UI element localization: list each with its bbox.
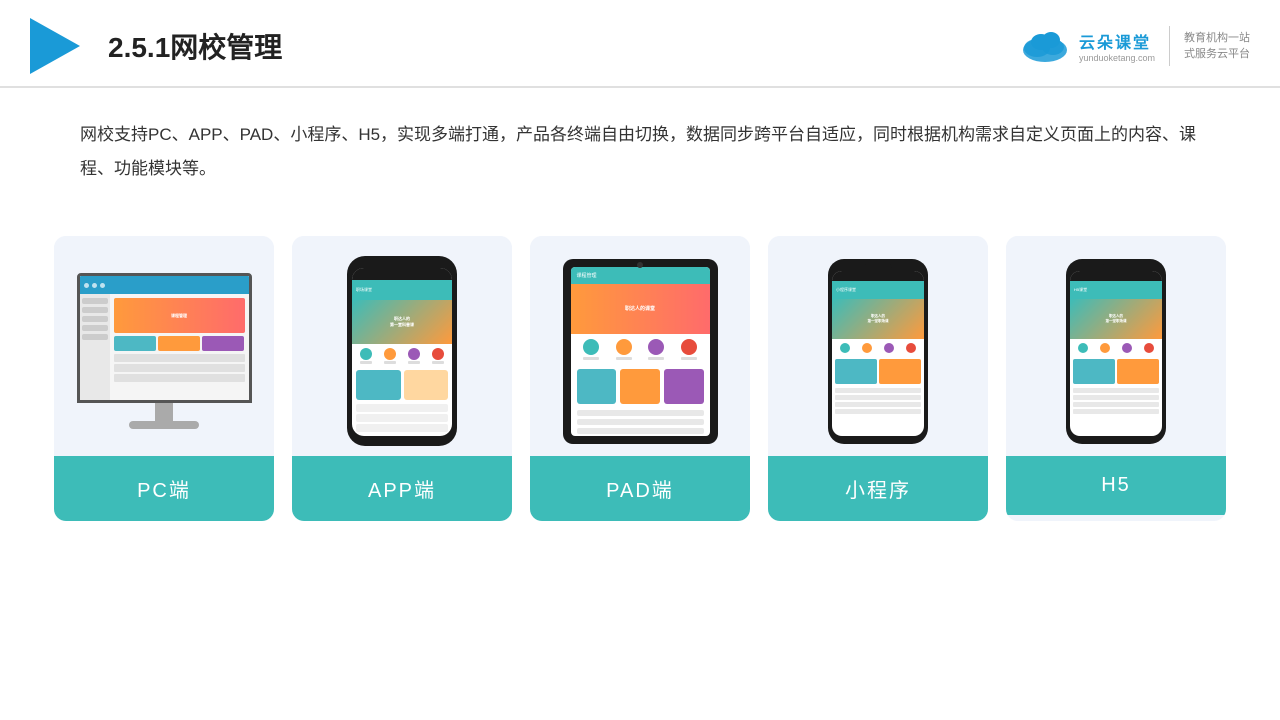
card-app-label: APP端 [292, 456, 512, 521]
tablet-screen: 课程管理 职达人的课堂 [571, 267, 710, 436]
brand-section: 云朵课堂 yunduoketang.com 教育机构一站 式服务云平台 [1019, 26, 1250, 66]
card-miniprogram-image: 小程序课堂 职达人的 第一堂职场课 [768, 236, 988, 456]
card-miniprogram-label: 小程序 [768, 456, 988, 521]
description-text: 网校支持PC、APP、PAD、小程序、H5，实现多端打通，产品各终端自由切换，数… [0, 88, 1280, 196]
brand-cloud-icon [1019, 28, 1071, 64]
card-h5-label: H5 [1006, 456, 1226, 515]
brand-name: 云朵课堂 [1079, 29, 1155, 53]
monitor-screen: 课程管理 [77, 273, 252, 403]
brand-tagline: 教育机构一站 式服务云平台 [1184, 30, 1250, 63]
app-phone-mockup: 职场课堂 职达人的 第一堂科普课 [347, 256, 457, 446]
header: 2.5.1网校管理 云朵课堂 yunduoketang.com 教育机构一站 式… [0, 0, 1280, 88]
brand-text-block: 云朵课堂 yunduoketang.com [1079, 29, 1155, 63]
card-pc-image: 课程管理 [54, 236, 274, 456]
brand-divider [1169, 26, 1170, 66]
logo-triangle-icon [30, 18, 80, 74]
miniprogram-phone-mockup: 小程序课堂 职达人的 第一堂职场课 [828, 259, 928, 444]
card-pad-label: PAD端 [530, 456, 750, 521]
tablet-camera [637, 262, 643, 268]
pad-tablet-mockup: 课程管理 职达人的课堂 [563, 259, 718, 444]
card-pc: 课程管理 [54, 236, 274, 521]
brand-top: 云朵课堂 yunduoketang.com 教育机构一站 式服务云平台 [1019, 26, 1250, 66]
card-h5: H5课堂 职达人的 第一堂职场课 [1006, 236, 1226, 521]
card-pad-image: 课程管理 职达人的课堂 [530, 236, 750, 456]
card-h5-image: H5课堂 职达人的 第一堂职场课 [1006, 236, 1226, 456]
brand-url: yunduoketang.com [1079, 53, 1155, 63]
card-pc-label: PC端 [54, 456, 274, 521]
mini-phone-screen: 小程序课堂 职达人的 第一堂职场课 [832, 271, 924, 436]
mini-phone-notch [864, 264, 892, 269]
h5-phone-mockup: H5课堂 职达人的 第一堂职场课 [1066, 259, 1166, 444]
page-title: 2.5.1网校管理 [108, 26, 282, 66]
header-left: 2.5.1网校管理 [30, 18, 282, 74]
h5-phone-screen: H5课堂 职达人的 第一堂职场课 [1070, 271, 1162, 436]
phone-screen: 职场课堂 职达人的 第一堂科普课 [352, 268, 452, 436]
h5-phone-notch [1102, 264, 1130, 269]
card-app: 职场课堂 职达人的 第一堂科普课 [292, 236, 512, 521]
card-app-image: 职场课堂 职达人的 第一堂科普课 [292, 236, 512, 456]
pc-monitor-mockup: 课程管理 [77, 273, 252, 429]
cards-container: 课程管理 [0, 206, 1280, 521]
card-pad: 课程管理 职达人的课堂 [530, 236, 750, 521]
phone-notch [387, 262, 417, 268]
card-miniprogram: 小程序课堂 职达人的 第一堂职场课 [768, 236, 988, 521]
